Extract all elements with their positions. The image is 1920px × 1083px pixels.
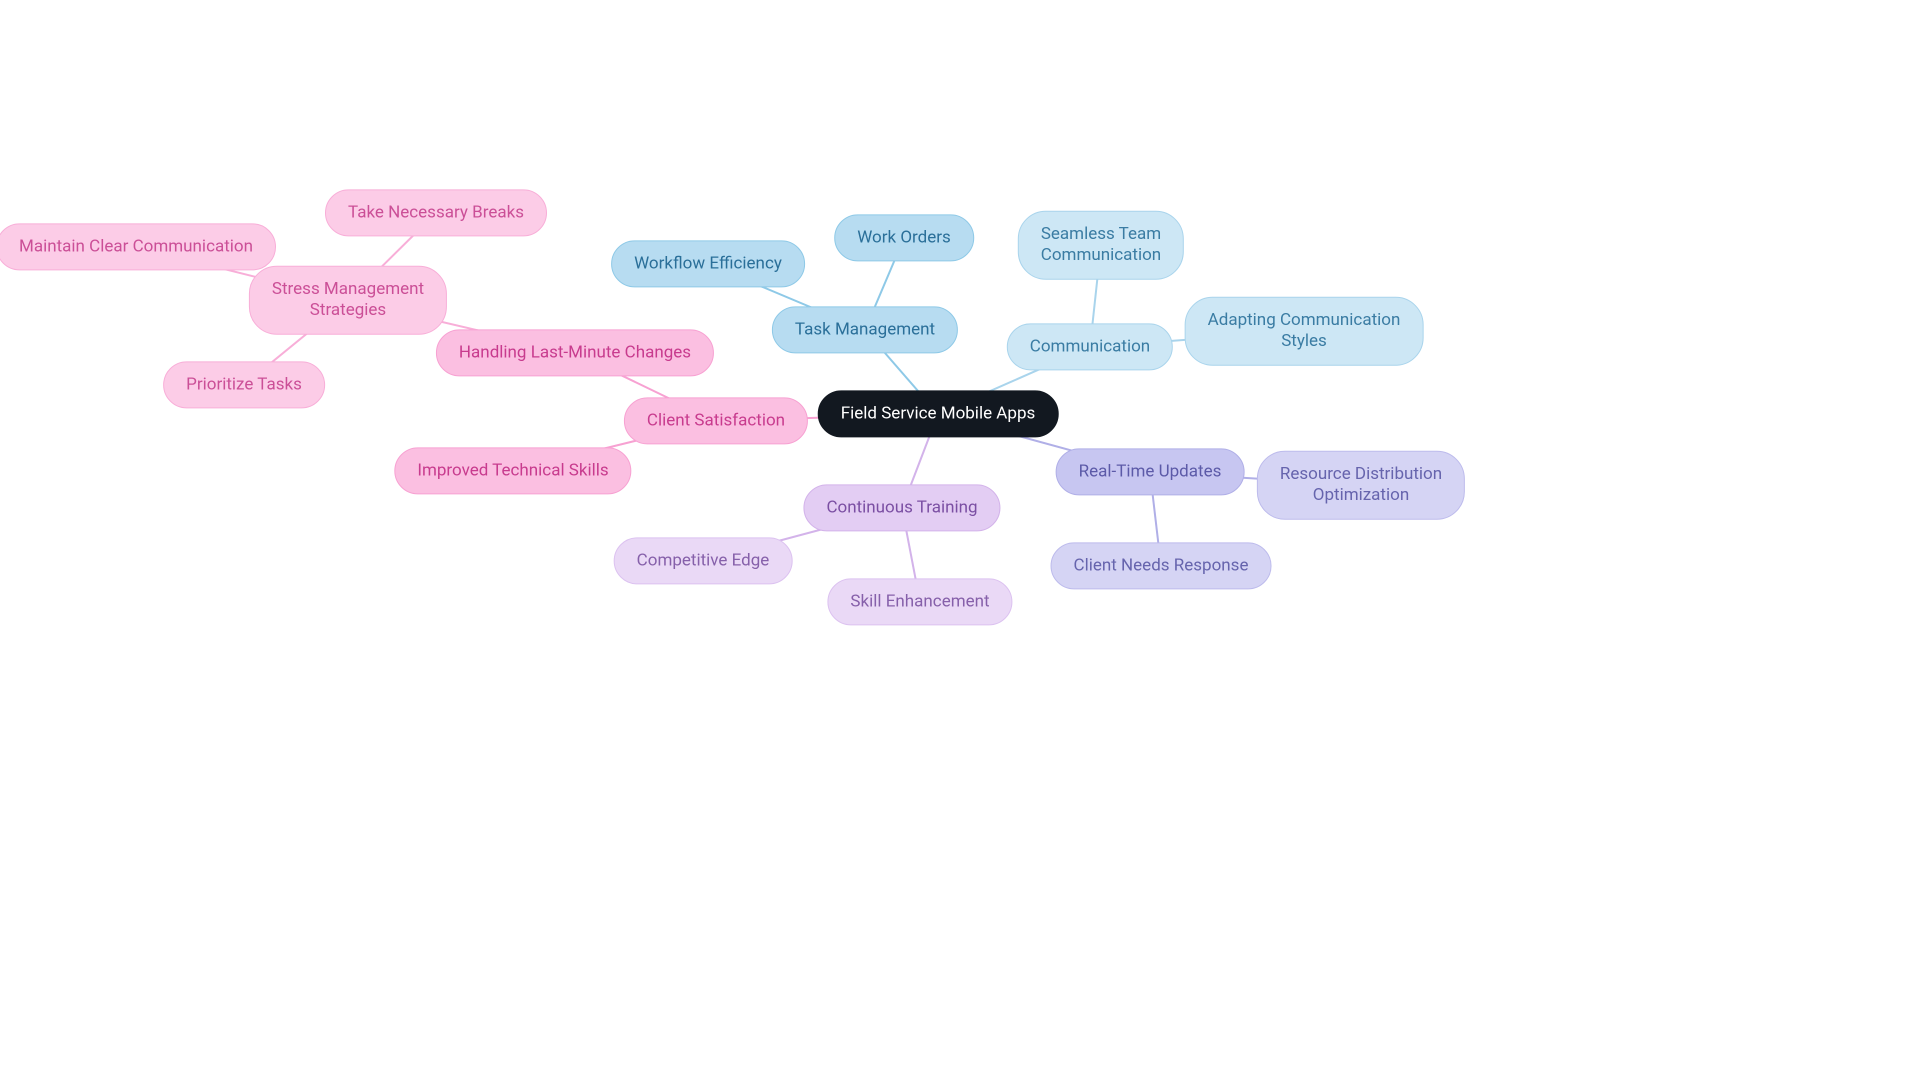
node-resource-distribution[interactable]: Resource Distribution Optimization xyxy=(1257,451,1465,520)
label-resource-distribution: Resource Distribution Optimization xyxy=(1280,464,1442,507)
label-seamless-team: Seamless Team Communication xyxy=(1041,224,1161,267)
node-work-orders[interactable]: Work Orders xyxy=(834,214,974,261)
label-client-satisfaction: Client Satisfaction xyxy=(647,410,785,431)
label-continuous-training: Continuous Training xyxy=(826,497,977,518)
node-prioritize-tasks[interactable]: Prioritize Tasks xyxy=(163,361,325,408)
label-adapting-styles: Adapting Communication Styles xyxy=(1208,310,1401,353)
label-maintain-communication: Maintain Clear Communication xyxy=(19,236,253,257)
label-handling-last-minute: Handling Last-Minute Changes xyxy=(459,342,691,363)
label-stress-management: Stress Management Strategies xyxy=(272,279,424,322)
node-realtime-updates[interactable]: Real-Time Updates xyxy=(1056,448,1245,495)
node-continuous-training[interactable]: Continuous Training xyxy=(803,484,1000,531)
label-workflow-efficiency: Workflow Efficiency xyxy=(634,253,782,274)
root-node[interactable]: Field Service Mobile Apps xyxy=(818,390,1059,437)
label-take-breaks: Take Necessary Breaks xyxy=(348,202,524,223)
label-work-orders: Work Orders xyxy=(857,227,951,248)
node-adapting-styles[interactable]: Adapting Communication Styles xyxy=(1185,297,1424,366)
label-communication: Communication xyxy=(1030,336,1150,357)
label-skill-enhancement: Skill Enhancement xyxy=(850,591,989,612)
node-seamless-team[interactable]: Seamless Team Communication xyxy=(1018,211,1184,280)
node-stress-management[interactable]: Stress Management Strategies xyxy=(249,266,447,335)
label-prioritize-tasks: Prioritize Tasks xyxy=(186,374,302,395)
node-skill-enhancement[interactable]: Skill Enhancement xyxy=(827,578,1012,625)
node-improved-technical[interactable]: Improved Technical Skills xyxy=(394,447,631,494)
node-client-needs[interactable]: Client Needs Response xyxy=(1051,542,1272,589)
mindmap-canvas: Field Service Mobile Apps Task Managemen… xyxy=(0,0,1920,1083)
node-client-satisfaction[interactable]: Client Satisfaction xyxy=(624,397,808,444)
label-improved-technical: Improved Technical Skills xyxy=(417,460,608,481)
node-take-breaks[interactable]: Take Necessary Breaks xyxy=(325,189,547,236)
node-workflow-efficiency[interactable]: Workflow Efficiency xyxy=(611,240,805,287)
label-client-needs: Client Needs Response xyxy=(1074,555,1249,576)
edge-layer xyxy=(0,0,1920,1083)
node-maintain-communication[interactable]: Maintain Clear Communication xyxy=(0,223,276,270)
node-competitive-edge[interactable]: Competitive Edge xyxy=(614,537,793,584)
node-communication[interactable]: Communication xyxy=(1007,323,1173,370)
node-handling-last-minute[interactable]: Handling Last-Minute Changes xyxy=(436,329,714,376)
root-label: Field Service Mobile Apps xyxy=(841,403,1036,424)
node-task-management[interactable]: Task Management xyxy=(772,306,958,353)
label-task-management: Task Management xyxy=(795,319,935,340)
label-competitive-edge: Competitive Edge xyxy=(637,550,770,571)
label-realtime-updates: Real-Time Updates xyxy=(1079,461,1222,482)
